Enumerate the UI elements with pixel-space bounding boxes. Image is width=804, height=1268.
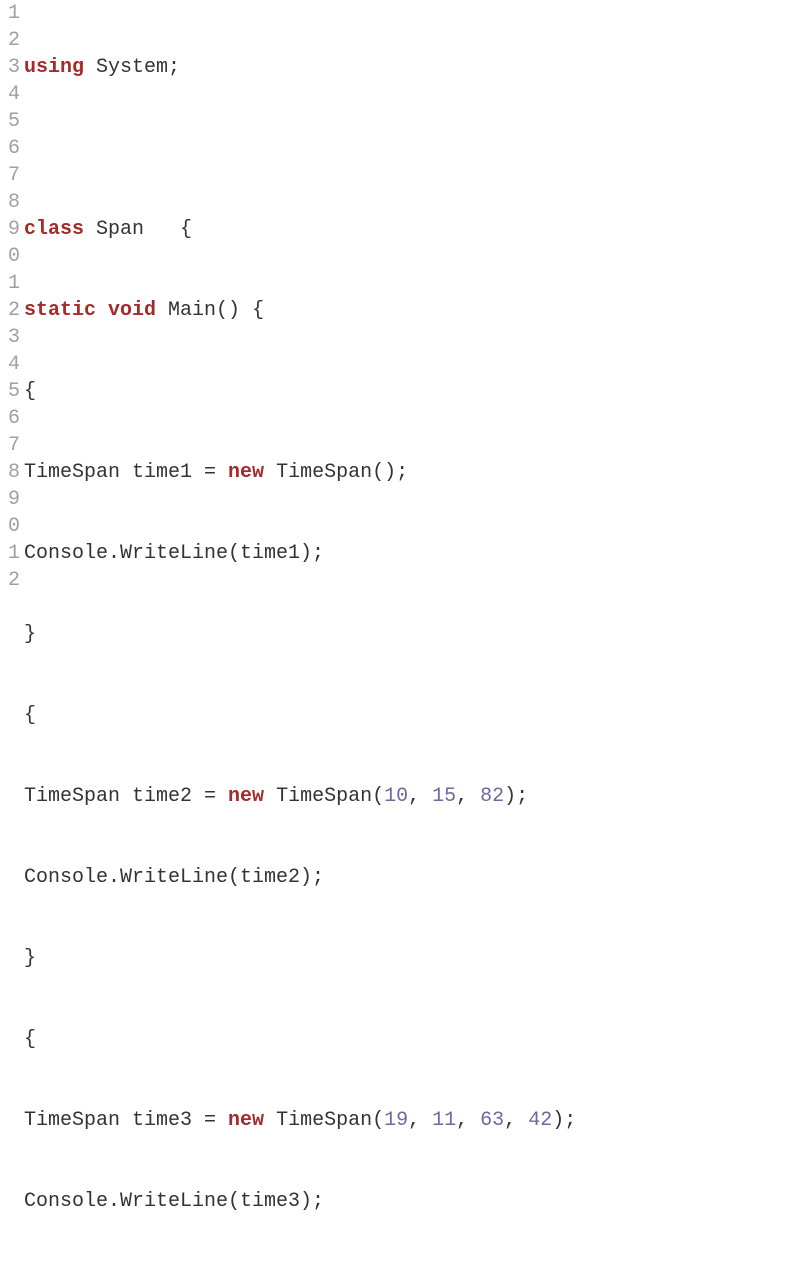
number-literal: 82 xyxy=(480,785,504,808)
code-editor: 1 2 3 4 5 6 7 8 9 0 1 2 3 4 5 6 7 8 9 0 … xyxy=(0,0,804,1268)
line-number: 5 xyxy=(0,108,20,135)
code-token: Console.WriteLine(time1); xyxy=(24,542,324,565)
code-token: TimeSpan time3 = xyxy=(24,1109,228,1132)
code-line: Console.WriteLine(time3); xyxy=(24,1188,600,1215)
code-token: } xyxy=(24,947,36,970)
line-number: 8 xyxy=(0,189,20,216)
code-token: Main() { xyxy=(156,299,264,322)
code-token: ); xyxy=(552,1109,576,1132)
code-line: static void Main() { xyxy=(24,297,600,324)
line-number: 0 xyxy=(0,243,20,270)
code-area[interactable]: using System; class Span { static void M… xyxy=(20,0,600,1268)
number-literal: 42 xyxy=(528,1109,552,1132)
code-line: TimeSpan time3 = new TimeSpan(19, 11, 63… xyxy=(24,1107,600,1134)
code-token: Span { xyxy=(84,218,192,241)
code-token: } xyxy=(24,623,36,646)
number-literal: 63 xyxy=(480,1109,504,1132)
line-number: 3 xyxy=(0,54,20,81)
line-number: 5 xyxy=(0,378,20,405)
code-token: { xyxy=(24,1028,36,1051)
code-token: { xyxy=(24,380,36,403)
code-token: ); xyxy=(504,785,528,808)
code-token: TimeSpan( xyxy=(264,1109,384,1132)
code-token: Console.WriteLine(time2); xyxy=(24,866,324,889)
line-number: 4 xyxy=(0,81,20,108)
code-line: } xyxy=(24,621,600,648)
code-line: Console.WriteLine(time2); xyxy=(24,864,600,891)
code-token: , xyxy=(408,785,432,808)
code-token: , xyxy=(456,785,480,808)
line-number: 1 xyxy=(0,0,20,27)
code-token: TimeSpan(); xyxy=(264,461,408,484)
line-number: 2 xyxy=(0,297,20,324)
line-number: 1 xyxy=(0,540,20,567)
code-line: using System; xyxy=(24,54,600,81)
keyword-class: class xyxy=(24,218,84,241)
line-number: 2 xyxy=(0,567,20,594)
number-literal: 11 xyxy=(432,1109,456,1132)
line-number: 0 xyxy=(0,513,20,540)
keyword-void: void xyxy=(108,299,156,322)
line-number: 9 xyxy=(0,216,20,243)
keyword-new: new xyxy=(228,1109,264,1132)
number-literal: 19 xyxy=(384,1109,408,1132)
line-number: 2 xyxy=(0,27,20,54)
code-line xyxy=(24,135,600,162)
line-number: 4 xyxy=(0,351,20,378)
code-token: , xyxy=(456,1109,480,1132)
line-number: 3 xyxy=(0,324,20,351)
code-token: System; xyxy=(84,56,180,79)
code-token xyxy=(96,299,108,322)
line-number: 6 xyxy=(0,135,20,162)
line-number: 9 xyxy=(0,486,20,513)
line-number-gutter: 1 2 3 4 5 6 7 8 9 0 1 2 3 4 5 6 7 8 9 0 … xyxy=(0,0,20,594)
line-number: 7 xyxy=(0,432,20,459)
code-line: TimeSpan time1 = new TimeSpan(); xyxy=(24,459,600,486)
keyword-static: static xyxy=(24,299,96,322)
code-token: , xyxy=(504,1109,528,1132)
code-line: { xyxy=(24,378,600,405)
code-line: { xyxy=(24,702,600,729)
code-token: TimeSpan time1 = xyxy=(24,461,228,484)
code-token: Console.WriteLine(time3); xyxy=(24,1190,324,1213)
line-number: 7 xyxy=(0,162,20,189)
code-line: { xyxy=(24,1026,600,1053)
code-line: } xyxy=(24,945,600,972)
keyword-using: using xyxy=(24,56,84,79)
number-literal: 10 xyxy=(384,785,408,808)
keyword-new: new xyxy=(228,461,264,484)
code-token: TimeSpan( xyxy=(264,785,384,808)
code-line: Console.WriteLine(time1); xyxy=(24,540,600,567)
code-token: , xyxy=(408,1109,432,1132)
number-literal: 15 xyxy=(432,785,456,808)
code-token: { xyxy=(24,704,36,727)
keyword-new: new xyxy=(228,785,264,808)
line-number: 8 xyxy=(0,459,20,486)
line-number: 1 xyxy=(0,270,20,297)
code-line: TimeSpan time2 = new TimeSpan(10, 15, 82… xyxy=(24,783,600,810)
line-number: 6 xyxy=(0,405,20,432)
code-line: class Span { xyxy=(24,216,600,243)
code-token: TimeSpan time2 = xyxy=(24,785,228,808)
